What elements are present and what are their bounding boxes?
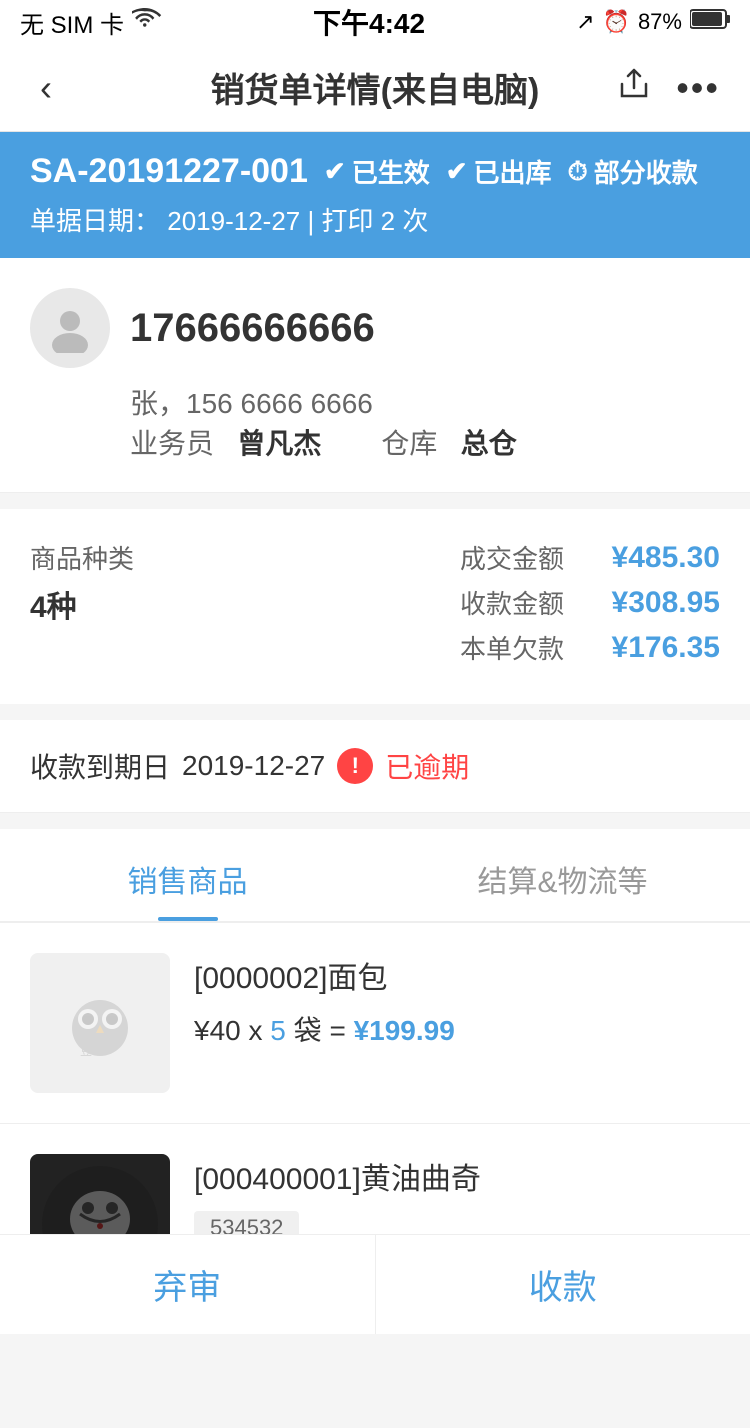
customer-id: 17666666666 bbox=[130, 306, 375, 351]
customer-section: 17666666666 张，156 6666 6666 业务员 曾凡杰 仓库 总… bbox=[0, 258, 750, 493]
badge-shipped: ✔ 已出库 bbox=[446, 153, 552, 190]
order-id-text: SA-20191227-001 bbox=[30, 152, 308, 191]
tab-sales-products[interactable]: 销售商品 bbox=[0, 829, 375, 921]
tab-settlement[interactable]: 结算&物流等 bbox=[375, 829, 750, 921]
collect-button[interactable]: 收款 bbox=[376, 1235, 750, 1334]
nav-right-actions: ••• bbox=[616, 66, 720, 110]
due-date-label: 收款到期日 bbox=[30, 746, 170, 786]
order-id-row: SA-20191227-001 ✔ 已生效 ✔ 已出库 ⏱ 部分收款 bbox=[30, 152, 720, 191]
product-item-1: 豆+ [0000002]面包 ¥40 x 5 袋 = ¥199.99 bbox=[0, 923, 750, 1124]
product-title-1: [0000002]面包 bbox=[194, 953, 720, 997]
customer-meta: 业务员 曾凡杰 仓库 总仓 bbox=[130, 422, 720, 462]
check-icon-1: ✔ bbox=[324, 156, 346, 187]
overdue-section: 收款到期日 2019-12-27 ! 已逾期 bbox=[0, 720, 750, 813]
more-icon[interactable]: ••• bbox=[676, 67, 720, 109]
deal-amount-label: 成交金额 bbox=[460, 539, 564, 576]
badge-partial: ⏱ 部分收款 bbox=[568, 153, 698, 190]
battery-text: 87% bbox=[638, 9, 682, 35]
clock-icon: ⏱ bbox=[568, 156, 588, 188]
warehouse-value: 总仓 bbox=[461, 428, 517, 459]
total-1: ¥199.99 bbox=[354, 1015, 455, 1046]
badge-effective: ✔ 已生效 bbox=[324, 153, 430, 190]
avatar bbox=[30, 288, 110, 368]
header-banner: SA-20191227-001 ✔ 已生效 ✔ 已出库 ⏱ 部分收款 单据日期：… bbox=[0, 132, 750, 258]
reject-button[interactable]: 弃审 bbox=[0, 1235, 376, 1334]
check-icon-2: ✔ bbox=[446, 156, 468, 187]
status-bar-right: ↗ ⏰ 87% bbox=[576, 8, 730, 36]
deal-amount-row: 成交金额 ¥485.30 bbox=[460, 539, 720, 576]
customer-id-row: 17666666666 bbox=[30, 288, 720, 368]
salesperson-label: 业务员 曾凡杰 bbox=[130, 422, 321, 462]
warehouse-label: 仓库 总仓 bbox=[381, 422, 516, 462]
date-info: 单据日期： 2019-12-27 | 打印 2 次 bbox=[30, 201, 720, 238]
overdue-icon: ! bbox=[337, 748, 373, 784]
product-info-1: [0000002]面包 ¥40 x 5 袋 = ¥199.99 bbox=[194, 953, 720, 1049]
summary-section: 商品种类 4种 成交金额 ¥485.30 收款金额 ¥308.95 本单欠款 ¥… bbox=[0, 509, 750, 704]
nav-bar: ‹ 销货单详情(来自电脑) ••• bbox=[0, 44, 750, 132]
bottom-bar: 弃审 收款 bbox=[0, 1234, 750, 1334]
due-date-value: 2019-12-27 bbox=[182, 750, 325, 782]
svg-text:豆+: 豆+ bbox=[80, 1044, 99, 1058]
status-bar: 无 SIM 卡 下午4:42 ↗ ⏰ 87% bbox=[0, 0, 750, 44]
salesperson-value: 曾凡杰 bbox=[237, 428, 321, 459]
deal-amount-value: ¥485.30 bbox=[580, 541, 720, 575]
status-bar-time: 下午4:42 bbox=[313, 2, 425, 42]
owed-amount-row: 本单欠款 ¥176.35 bbox=[460, 629, 720, 666]
price-unit-1: ¥40 bbox=[194, 1015, 241, 1046]
back-button[interactable]: ‹ bbox=[30, 57, 62, 119]
received-label: 收款金额 bbox=[460, 584, 564, 621]
status-bar-left: 无 SIM 卡 bbox=[20, 5, 162, 40]
category-label: 商品种类 bbox=[30, 539, 134, 576]
tabs-section: 销售商品 结算&物流等 bbox=[0, 829, 750, 923]
category-count: 4种 bbox=[30, 582, 134, 626]
overdue-label: 已逾期 bbox=[385, 746, 469, 786]
product-title-2: [000400001]黄油曲奇 bbox=[194, 1154, 720, 1198]
product-price-1: ¥40 x 5 袋 = ¥199.99 bbox=[194, 1009, 720, 1049]
tabs: 销售商品 结算&物流等 bbox=[0, 829, 750, 921]
customer-phone: 张，156 6666 6666 bbox=[130, 382, 720, 422]
alarm-icon: ⏰ bbox=[603, 9, 630, 35]
location-icon: ↗ bbox=[576, 9, 594, 35]
received-amount-value: ¥308.95 bbox=[580, 586, 720, 620]
no-sim-text: 无 SIM 卡 bbox=[20, 5, 124, 40]
summary-left: 商品种类 4种 bbox=[30, 539, 134, 626]
product-image-1: 豆+ bbox=[30, 953, 170, 1093]
owed-label: 本单欠款 bbox=[460, 629, 564, 666]
wifi-icon bbox=[132, 8, 162, 37]
order-badges: ✔ 已生效 ✔ 已出库 ⏱ 部分收款 bbox=[324, 153, 698, 190]
owed-amount-value: ¥176.35 bbox=[580, 631, 720, 665]
share-icon[interactable] bbox=[616, 66, 652, 110]
received-amount-row: 收款金额 ¥308.95 bbox=[460, 584, 720, 621]
page-title: 销货单详情(来自电脑) bbox=[211, 63, 540, 112]
qty-1: 5 bbox=[270, 1015, 286, 1046]
summary-right: 成交金额 ¥485.30 收款金额 ¥308.95 本单欠款 ¥176.35 bbox=[460, 539, 720, 674]
battery-icon bbox=[690, 8, 730, 36]
